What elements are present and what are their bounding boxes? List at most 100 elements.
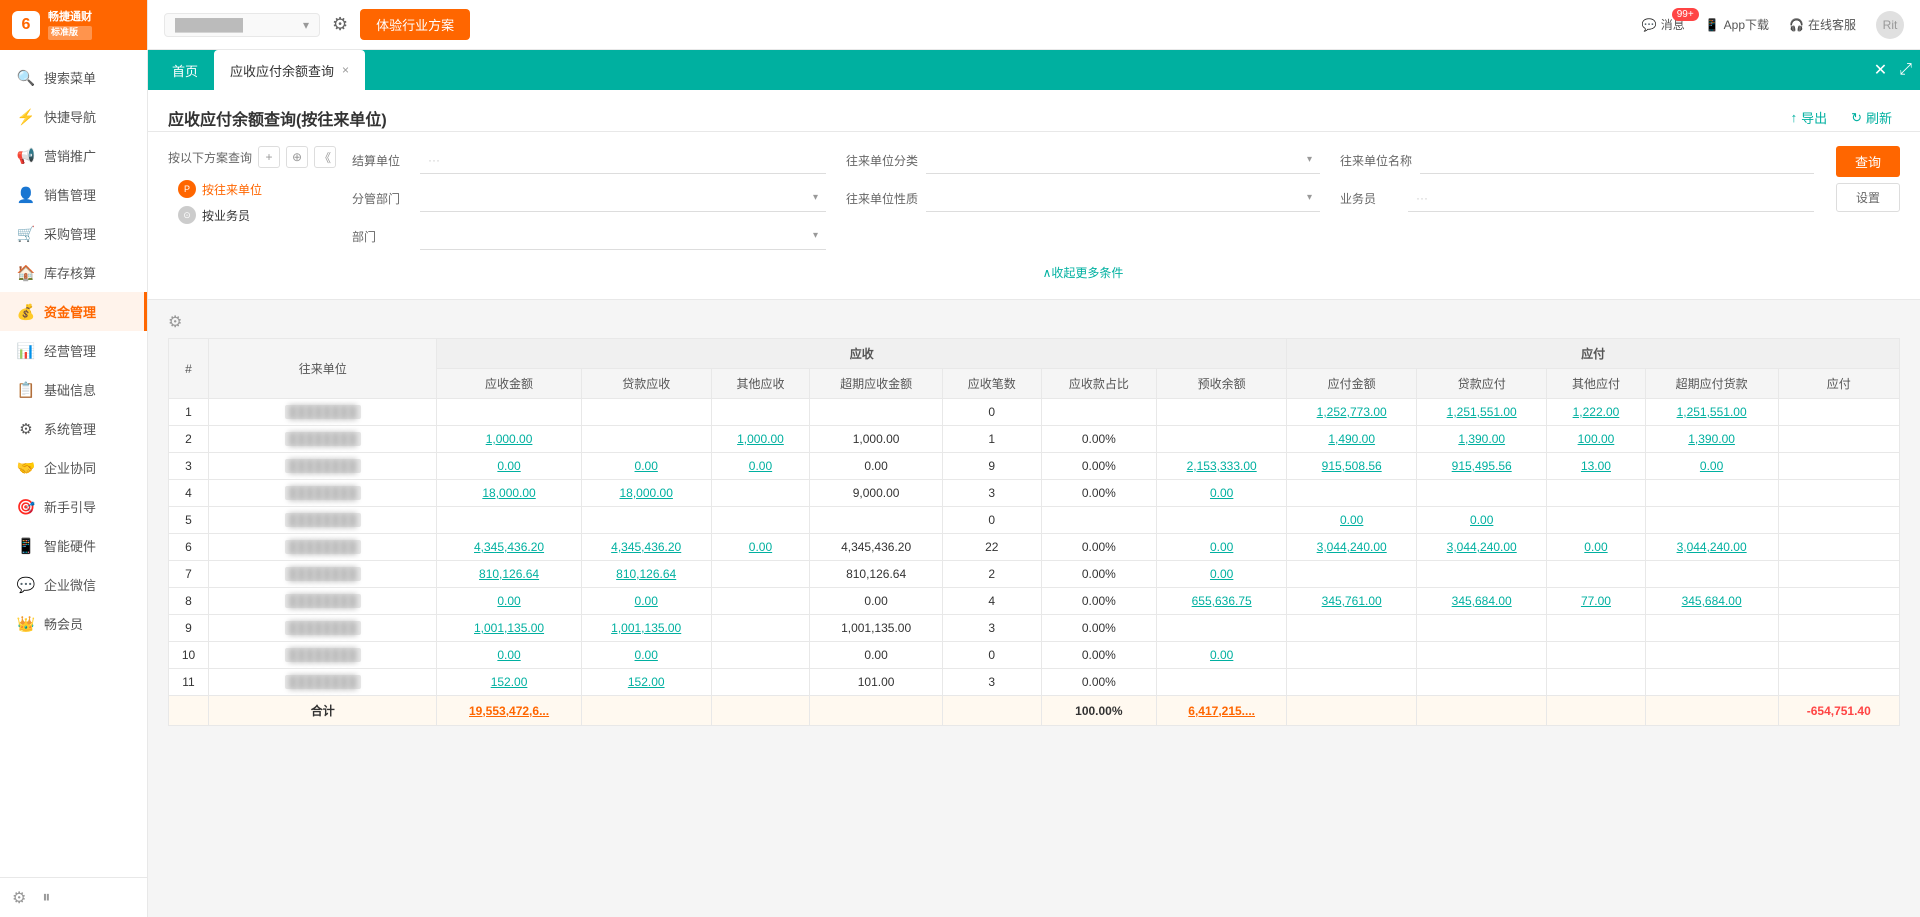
- table-cell[interactable]: 3,044,240.00: [1645, 534, 1778, 561]
- table-cell[interactable]: [711, 507, 810, 534]
- table-cell[interactable]: [1645, 507, 1778, 534]
- table-cell[interactable]: [711, 615, 810, 642]
- sidebar-item-system[interactable]: ⚙ 系统管理: [0, 409, 147, 448]
- sidebar-item-purchase[interactable]: 🛒 采购管理: [0, 214, 147, 253]
- tab-home[interactable]: 首页: [156, 50, 214, 90]
- filter-option-salesperson[interactable]: ⊙ 按业务员: [168, 202, 336, 228]
- table-cell[interactable]: 345,684.00: [1645, 588, 1778, 615]
- table-cell[interactable]: 77.00: [1547, 588, 1646, 615]
- table-cell[interactable]: 3,044,240.00: [1287, 534, 1417, 561]
- table-cell[interactable]: 1,000.00: [437, 426, 581, 453]
- table-cell[interactable]: 345,761.00: [1287, 588, 1417, 615]
- sidebar-item-enterprise[interactable]: 🤝 企业协同: [0, 448, 147, 487]
- tab-close-icon[interactable]: ×: [342, 63, 349, 77]
- table-cell[interactable]: [711, 480, 810, 507]
- table-cell[interactable]: [1157, 426, 1287, 453]
- table-cell[interactable]: 915,495.56: [1417, 453, 1547, 480]
- table-cell[interactable]: [711, 561, 810, 588]
- table-cell[interactable]: 0.00: [1157, 480, 1287, 507]
- table-cell[interactable]: [1287, 642, 1417, 669]
- table-cell[interactable]: 0.00: [1645, 453, 1778, 480]
- table-column-settings-icon[interactable]: ⚙: [168, 312, 182, 332]
- sidebar-item-wechat[interactable]: 💬 企业微信: [0, 565, 147, 604]
- table-cell[interactable]: 1,222.00: [1547, 399, 1646, 426]
- table-cell[interactable]: 810,126.64: [581, 561, 711, 588]
- user-profile[interactable]: Rit: [1876, 11, 1904, 39]
- table-cell[interactable]: 0.00: [711, 534, 810, 561]
- table-cell[interactable]: 0.00: [1157, 642, 1287, 669]
- table-cell[interactable]: 1,251,551.00: [1645, 399, 1778, 426]
- sidebar-item-member[interactable]: 👑 畅会员: [0, 604, 147, 643]
- table-cell[interactable]: [1645, 642, 1778, 669]
- sidebar-item-smarthw[interactable]: 📱 智能硬件: [0, 526, 147, 565]
- export-button[interactable]: ↑ 导出: [1783, 104, 1836, 131]
- table-cell[interactable]: 1,390.00: [1417, 426, 1547, 453]
- table-cell[interactable]: [1287, 480, 1417, 507]
- table-cell[interactable]: [581, 426, 711, 453]
- sidebar-item-finance[interactable]: 💰 资金管理: [0, 292, 147, 331]
- table-cell[interactable]: 0.00: [1157, 561, 1287, 588]
- table-cell[interactable]: [1157, 507, 1287, 534]
- add-filter-button[interactable]: +: [258, 146, 280, 168]
- company-selector[interactable]: ████████ ▾: [164, 13, 320, 37]
- online-service-button[interactable]: 🎧 在线客服: [1789, 16, 1856, 33]
- table-cell[interactable]: [711, 588, 810, 615]
- sidebar-item-sales[interactable]: 👤 销售管理: [0, 175, 147, 214]
- sidebar-item-inventory[interactable]: 🏠 库存核算: [0, 253, 147, 292]
- table-cell[interactable]: [711, 669, 810, 696]
- table-cell[interactable]: 0.00: [1287, 507, 1417, 534]
- dept-input[interactable]: ▾: [420, 184, 826, 212]
- table-cell[interactable]: 18,000.00: [437, 480, 581, 507]
- table-cell[interactable]: 655,636.75: [1157, 588, 1287, 615]
- sidebar-item-operation[interactable]: 📊 经营管理: [0, 331, 147, 370]
- table-cell[interactable]: [437, 507, 581, 534]
- partner-name-input[interactable]: [1420, 146, 1814, 174]
- table-cell[interactable]: [1645, 561, 1778, 588]
- table-cell[interactable]: 0.00: [581, 642, 711, 669]
- tab-window-expand-icon[interactable]: ⤢: [1899, 61, 1912, 79]
- table-cell[interactable]: [1287, 615, 1417, 642]
- sidebar-item-guide[interactable]: 🎯 新手引导: [0, 487, 147, 526]
- table-cell[interactable]: [1417, 615, 1547, 642]
- settlement-unit-input[interactable]: ···: [420, 146, 826, 174]
- filter-option-partner[interactable]: P 按往来单位: [168, 176, 336, 202]
- table-cell[interactable]: [1547, 561, 1646, 588]
- table-cell[interactable]: [1645, 669, 1778, 696]
- tab-ar-query[interactable]: 应收应付余额查询 ×: [214, 50, 365, 90]
- table-cell[interactable]: 4,345,436.20: [581, 534, 711, 561]
- table-cell[interactable]: [1645, 615, 1778, 642]
- table-cell[interactable]: [1547, 615, 1646, 642]
- manage-filter-button[interactable]: ⊕: [286, 146, 308, 168]
- table-cell[interactable]: [1547, 669, 1646, 696]
- refresh-button[interactable]: ↻ 刷新: [1843, 104, 1900, 131]
- table-cell[interactable]: 810,126.64: [437, 561, 581, 588]
- table-cell[interactable]: [1417, 642, 1547, 669]
- table-cell[interactable]: 1,252,773.00: [1287, 399, 1417, 426]
- table-cell[interactable]: [1157, 669, 1287, 696]
- table-cell[interactable]: [581, 507, 711, 534]
- table-cell[interactable]: [711, 399, 810, 426]
- partner-category-input[interactable]: ▾: [926, 146, 1320, 174]
- table-cell[interactable]: 345,684.00: [1417, 588, 1547, 615]
- table-cell[interactable]: [581, 399, 711, 426]
- table-cell[interactable]: 0.00: [1547, 534, 1646, 561]
- header-settings-icon[interactable]: ⚙: [332, 14, 348, 35]
- table-cell[interactable]: [1547, 480, 1646, 507]
- sidebar-item-quicknav[interactable]: ⚡ 快捷导航: [0, 97, 147, 136]
- table-cell[interactable]: 0.00: [437, 588, 581, 615]
- table-cell[interactable]: [1547, 642, 1646, 669]
- table-cell[interactable]: 1,001,135.00: [581, 615, 711, 642]
- table-cell[interactable]: 915,508.56: [1287, 453, 1417, 480]
- table-cell[interactable]: 0.00: [581, 453, 711, 480]
- table-cell[interactable]: 0.00: [711, 453, 810, 480]
- table-cell[interactable]: [1417, 561, 1547, 588]
- table-cell[interactable]: 0.00: [437, 642, 581, 669]
- table-cell[interactable]: 1,001,135.00: [437, 615, 581, 642]
- table-cell[interactable]: [1287, 669, 1417, 696]
- settings-button[interactable]: 设置: [1836, 183, 1900, 212]
- table-cell[interactable]: [437, 399, 581, 426]
- table-cell[interactable]: [711, 642, 810, 669]
- sidebar-settings-icon[interactable]: ⚙: [12, 888, 26, 908]
- table-cell[interactable]: 0.00: [1157, 534, 1287, 561]
- table-cell[interactable]: 100.00: [1547, 426, 1646, 453]
